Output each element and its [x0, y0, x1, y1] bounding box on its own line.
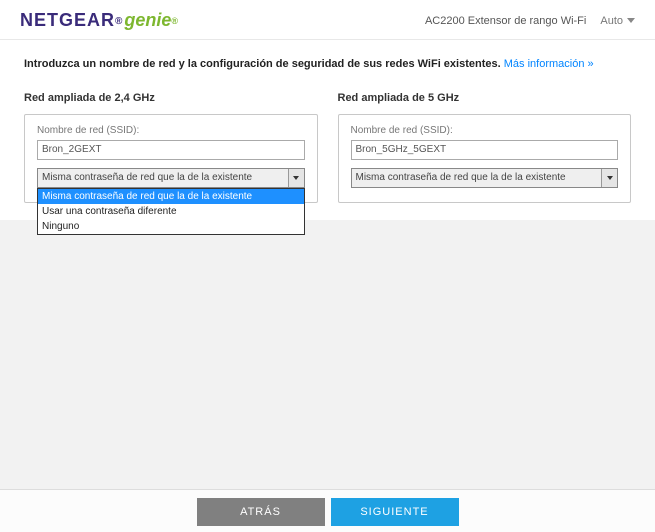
- chevron-down-icon: [607, 176, 613, 180]
- language-label: Auto: [600, 15, 623, 27]
- select-button-icon: [601, 169, 617, 187]
- ssid-5-label: Nombre de red (SSID):: [351, 125, 619, 136]
- password-5-select[interactable]: Misma contraseña de red que la de la exi…: [351, 168, 619, 188]
- dropdown-option-different[interactable]: Usar una contraseña diferente: [38, 204, 304, 219]
- logo: NETGEAR® genie®: [20, 10, 178, 31]
- password-24-dropdown: Misma contraseña de red que la de la exi…: [37, 188, 305, 235]
- back-button[interactable]: ATRÁS: [197, 498, 325, 526]
- registered-icon: ®: [171, 16, 178, 26]
- dropdown-option-none[interactable]: Ninguno: [38, 219, 304, 234]
- more-info-link[interactable]: Más información »: [504, 58, 594, 70]
- logo-product: genie: [124, 10, 171, 31]
- dropdown-option-same[interactable]: Misma contraseña de red que la de la exi…: [38, 189, 304, 204]
- panel-24-title: Red ampliada de 2,4 GHz: [24, 92, 318, 104]
- panel-5-title: Red ampliada de 5 GHz: [338, 92, 632, 104]
- intro-text: Introduzca un nombre de red y la configu…: [24, 58, 631, 70]
- chevron-down-icon: [627, 18, 635, 23]
- header: NETGEAR® genie® AC2200 Extensor de rango…: [0, 0, 655, 40]
- panel-24: Nombre de red (SSID): Misma contraseña d…: [24, 114, 318, 203]
- empty-area: [0, 220, 655, 520]
- select-button-icon: [288, 169, 304, 187]
- next-button[interactable]: SIGUIENTE: [331, 498, 459, 526]
- chevron-down-icon: [293, 176, 299, 180]
- footer: ATRÁS SIGUIENTE: [0, 489, 655, 532]
- registered-icon: ®: [115, 16, 122, 27]
- password-24-select[interactable]: Misma contraseña de red que la de la exi…: [37, 168, 305, 188]
- password-5-select-text: Misma contraseña de red que la de la exi…: [352, 172, 566, 183]
- ssid-5-input[interactable]: [351, 140, 619, 160]
- language-dropdown[interactable]: Auto: [600, 15, 635, 27]
- logo-brand: NETGEAR: [20, 10, 115, 31]
- ssid-24-input[interactable]: [37, 140, 305, 160]
- password-24-select-text: Misma contraseña de red que la de la exi…: [38, 172, 252, 183]
- product-name: AC2200 Extensor de rango Wi-Fi: [425, 15, 586, 27]
- ssid-24-label: Nombre de red (SSID):: [37, 125, 305, 136]
- panel-5: Nombre de red (SSID): Misma contraseña d…: [338, 114, 632, 203]
